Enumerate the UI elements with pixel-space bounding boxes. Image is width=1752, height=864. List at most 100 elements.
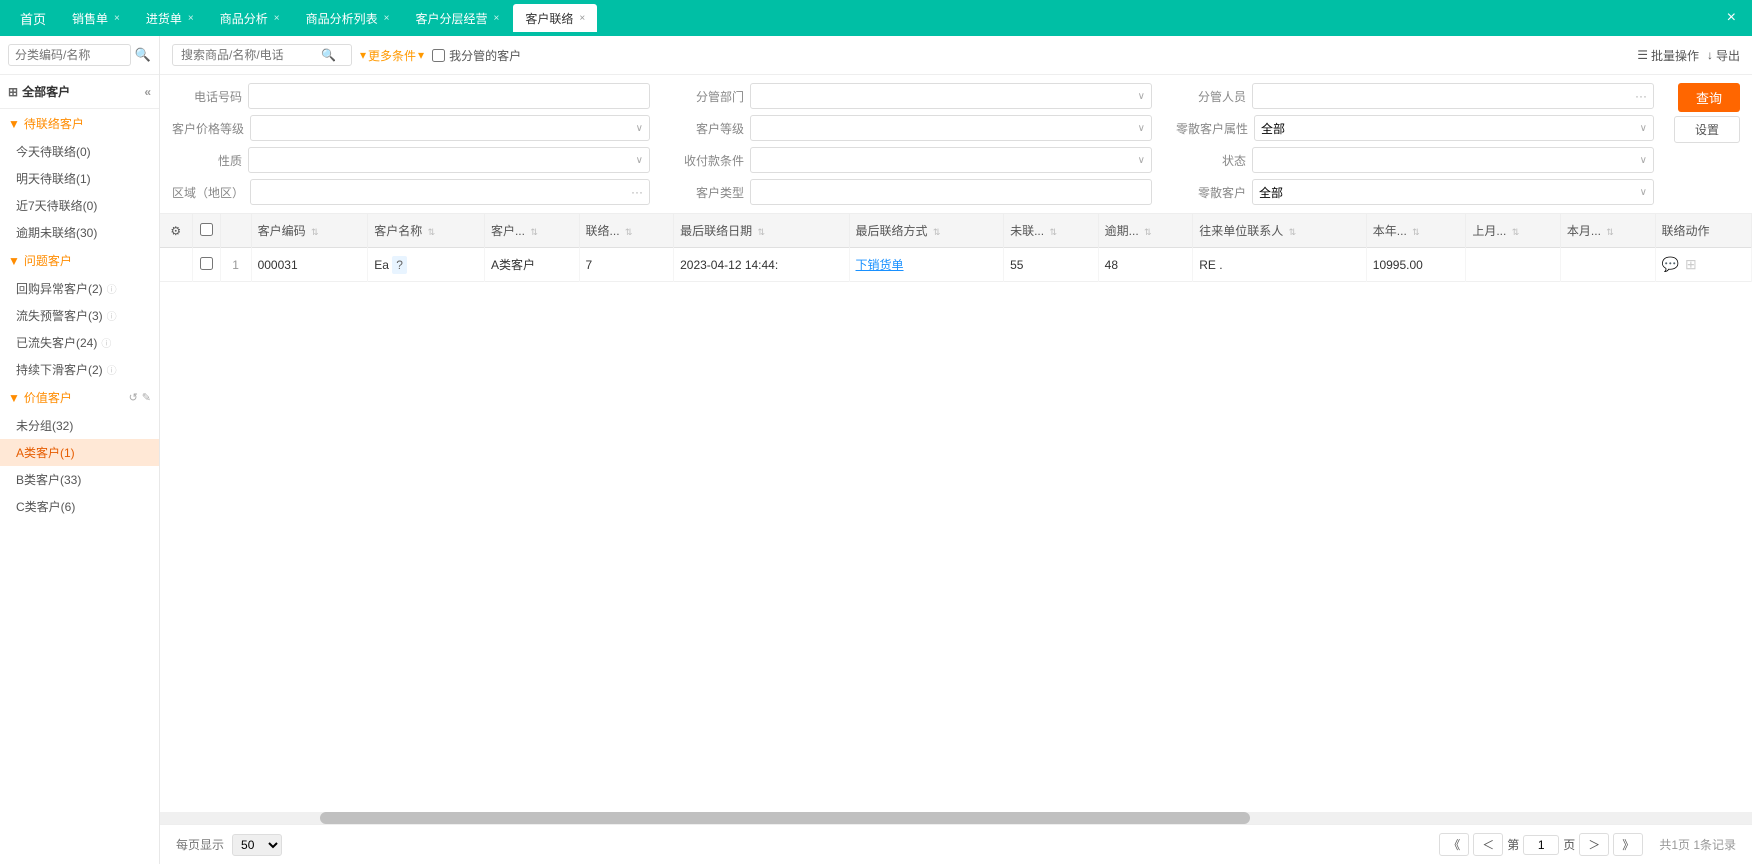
- last-page-btn[interactable]: 》: [1613, 833, 1643, 856]
- nav-tab-analysis-list-close[interactable]: ×: [384, 13, 390, 24]
- nav-tab-analysis-list[interactable]: 商品分析列表 ×: [294, 4, 402, 32]
- close-window-button[interactable]: ×: [1719, 9, 1744, 27]
- row-check: [192, 248, 220, 282]
- price-level-chevron-icon: ∨: [636, 123, 643, 134]
- sidebar-item-7days[interactable]: 近7天待联络(0): [0, 192, 159, 219]
- page-size-select[interactable]: 50 100 200: [232, 834, 282, 856]
- th-this-month-sort-icon[interactable]: ⇅: [1606, 227, 1614, 237]
- nav-tab-customer-mgmt[interactable]: 客户分层经营 ×: [403, 4, 511, 32]
- region-select[interactable]: ···: [250, 179, 650, 205]
- payment-select[interactable]: ∨: [750, 147, 1152, 173]
- sidebar-group-pending[interactable]: ▼ 待联络客户: [0, 109, 159, 138]
- sidebar-item-today[interactable]: 今天待联络(0): [0, 138, 159, 165]
- filter-cell-price-level: 客户价格等级 ∨: [172, 115, 650, 141]
- scrollbar-thumb[interactable]: [320, 812, 1250, 824]
- sidebar-item-class-a[interactable]: A类客户(1): [0, 439, 159, 466]
- more-conditions-btn[interactable]: ▾ 更多条件 ▾: [360, 47, 424, 64]
- export-btn[interactable]: ↓ 导出: [1707, 47, 1740, 64]
- row-last-method: 下销货单: [849, 248, 1004, 282]
- th-last-date-label: 最后联络日期: [680, 224, 752, 238]
- gear-icon[interactable]: ⚙: [170, 224, 181, 238]
- th-this-year-sort-icon[interactable]: ⇅: [1412, 227, 1420, 237]
- nav-tab-customer-contact-close[interactable]: ×: [579, 13, 585, 24]
- th-unit-contact-sort-icon[interactable]: ⇅: [1289, 227, 1297, 237]
- settings-button[interactable]: 设置: [1674, 116, 1740, 143]
- row-checkbox[interactable]: [200, 257, 213, 270]
- th-type: 客户... ⇅: [484, 214, 579, 248]
- class-a-label: A类客户(1): [16, 444, 75, 461]
- status-select[interactable]: ∨: [1252, 147, 1654, 173]
- sidebar-item-class-c[interactable]: C类客户(6): [0, 493, 159, 520]
- sidebar-search-area: 🔍: [0, 36, 159, 75]
- th-last-method-sort-icon[interactable]: ⇅: [933, 227, 941, 237]
- filter-search-icon[interactable]: 🔍: [321, 48, 336, 62]
- next-page-btn[interactable]: ＞: [1579, 833, 1609, 856]
- horizontal-scrollbar[interactable]: [160, 812, 1752, 824]
- phone-input[interactable]: [248, 83, 650, 109]
- th-overdue-sort-icon[interactable]: ⇅: [1144, 227, 1152, 237]
- my-customers-check[interactable]: 我分管的客户: [432, 47, 521, 64]
- nav-tab-sales-close[interactable]: ×: [114, 13, 120, 24]
- sidebar-search-icon[interactable]: 🔍: [135, 47, 151, 63]
- cust-level-select[interactable]: ∨: [750, 115, 1152, 141]
- th-this-year: 本年... ⇅: [1366, 214, 1466, 248]
- sidebar-item-tomorrow-label: 明天待联络(1): [16, 170, 91, 187]
- value-group-edit-icon[interactable]: ✎: [142, 391, 151, 404]
- my-customers-checkbox[interactable]: [432, 49, 445, 62]
- th-contact-sort-icon[interactable]: ⇅: [625, 227, 633, 237]
- first-page-btn[interactable]: 《: [1439, 833, 1469, 856]
- nav-tab-sales[interactable]: 销售单 ×: [60, 4, 132, 32]
- prev-page-btn[interactable]: ＜: [1473, 833, 1503, 856]
- th-name-sort-icon[interactable]: ⇅: [428, 227, 436, 237]
- sidebar-item-class-b[interactable]: B类客户(33): [0, 466, 159, 493]
- class-c-label: C类客户(6): [16, 498, 75, 515]
- retail-attr-label: 零散客户属性: [1176, 120, 1248, 137]
- sidebar-search-input[interactable]: [8, 44, 131, 66]
- th-type-sort-icon[interactable]: ⇅: [530, 227, 538, 237]
- select-all-checkbox[interactable]: [200, 223, 213, 236]
- nav-tab-purchase[interactable]: 进货单 ×: [134, 4, 206, 32]
- sidebar-item-repurchase-abnormal[interactable]: 回购异常客户(2) ⓘ: [0, 275, 159, 302]
- th-code-sort-icon[interactable]: ⇅: [311, 227, 319, 237]
- sidebar-collapse-icon[interactable]: «: [144, 85, 151, 99]
- value-group-refresh-icon[interactable]: ↺: [129, 391, 138, 404]
- nav-tab-purchase-close[interactable]: ×: [188, 13, 194, 24]
- row-last-method-link[interactable]: 下销货单: [856, 258, 904, 272]
- th-not-contacted-sort-icon[interactable]: ⇅: [1049, 227, 1057, 237]
- sidebar-item-overdue[interactable]: 逾期未联络(30): [0, 219, 159, 246]
- sidebar-item-unclassified[interactable]: 未分组(32): [0, 412, 159, 439]
- row-action-icons: 💬 ⊞: [1662, 256, 1746, 273]
- nav-home[interactable]: 首页: [8, 4, 58, 32]
- price-level-select[interactable]: ∨: [250, 115, 650, 141]
- sidebar-all-customers[interactable]: ⊞ 全部客户 «: [0, 75, 159, 109]
- filter-search-input[interactable]: [181, 48, 321, 62]
- retail-attr-select[interactable]: 全部 ∨: [1254, 115, 1654, 141]
- nav-tab-customer-mgmt-close[interactable]: ×: [493, 13, 499, 24]
- sidebar-item-lost[interactable]: 已流失客户(24) ⓘ: [0, 329, 159, 356]
- nav-tab-analysis-close[interactable]: ×: [274, 13, 280, 24]
- nature-select[interactable]: ∨: [248, 147, 650, 173]
- query-button[interactable]: 查询: [1678, 83, 1740, 112]
- page-number-input[interactable]: [1523, 835, 1559, 855]
- nav-tab-analysis[interactable]: 商品分析 ×: [208, 4, 292, 32]
- th-last-month-sort-icon[interactable]: ⇅: [1512, 227, 1520, 237]
- person-select[interactable]: ···: [1252, 83, 1654, 109]
- batch-op-btn[interactable]: ☰ 批量操作: [1637, 47, 1699, 64]
- sidebar-item-declining[interactable]: 持续下滑客户(2) ⓘ: [0, 356, 159, 383]
- row-action-qr-icon[interactable]: ⊞: [1685, 256, 1697, 273]
- th-last-date-sort-icon[interactable]: ⇅: [757, 227, 765, 237]
- th-contact-label: 联络...: [586, 224, 620, 238]
- retail-cust-label: 零散客户: [1176, 184, 1246, 201]
- sidebar-item-tomorrow[interactable]: 明天待联络(1): [0, 165, 159, 192]
- sidebar-item-loss-warning[interactable]: 流失预警客户(3) ⓘ: [0, 302, 159, 329]
- dept-select[interactable]: ∨: [750, 83, 1152, 109]
- retail-cust-select[interactable]: 全部 ∨: [1252, 179, 1654, 205]
- row-action-chat-icon[interactable]: 💬: [1662, 256, 1679, 273]
- sidebar-group-value[interactable]: ▼ 价值客户 ↺ ✎: [0, 383, 159, 412]
- cust-type-select[interactable]: [750, 179, 1152, 205]
- th-action-label: 联络动作: [1662, 224, 1710, 238]
- sidebar-group-problem[interactable]: ▼ 问题客户: [0, 246, 159, 275]
- nav-tab-customer-contact[interactable]: 客户联络 ×: [513, 4, 597, 32]
- row-last-month: [1466, 248, 1561, 282]
- row-last-date: 2023-04-12 14:44:: [674, 248, 849, 282]
